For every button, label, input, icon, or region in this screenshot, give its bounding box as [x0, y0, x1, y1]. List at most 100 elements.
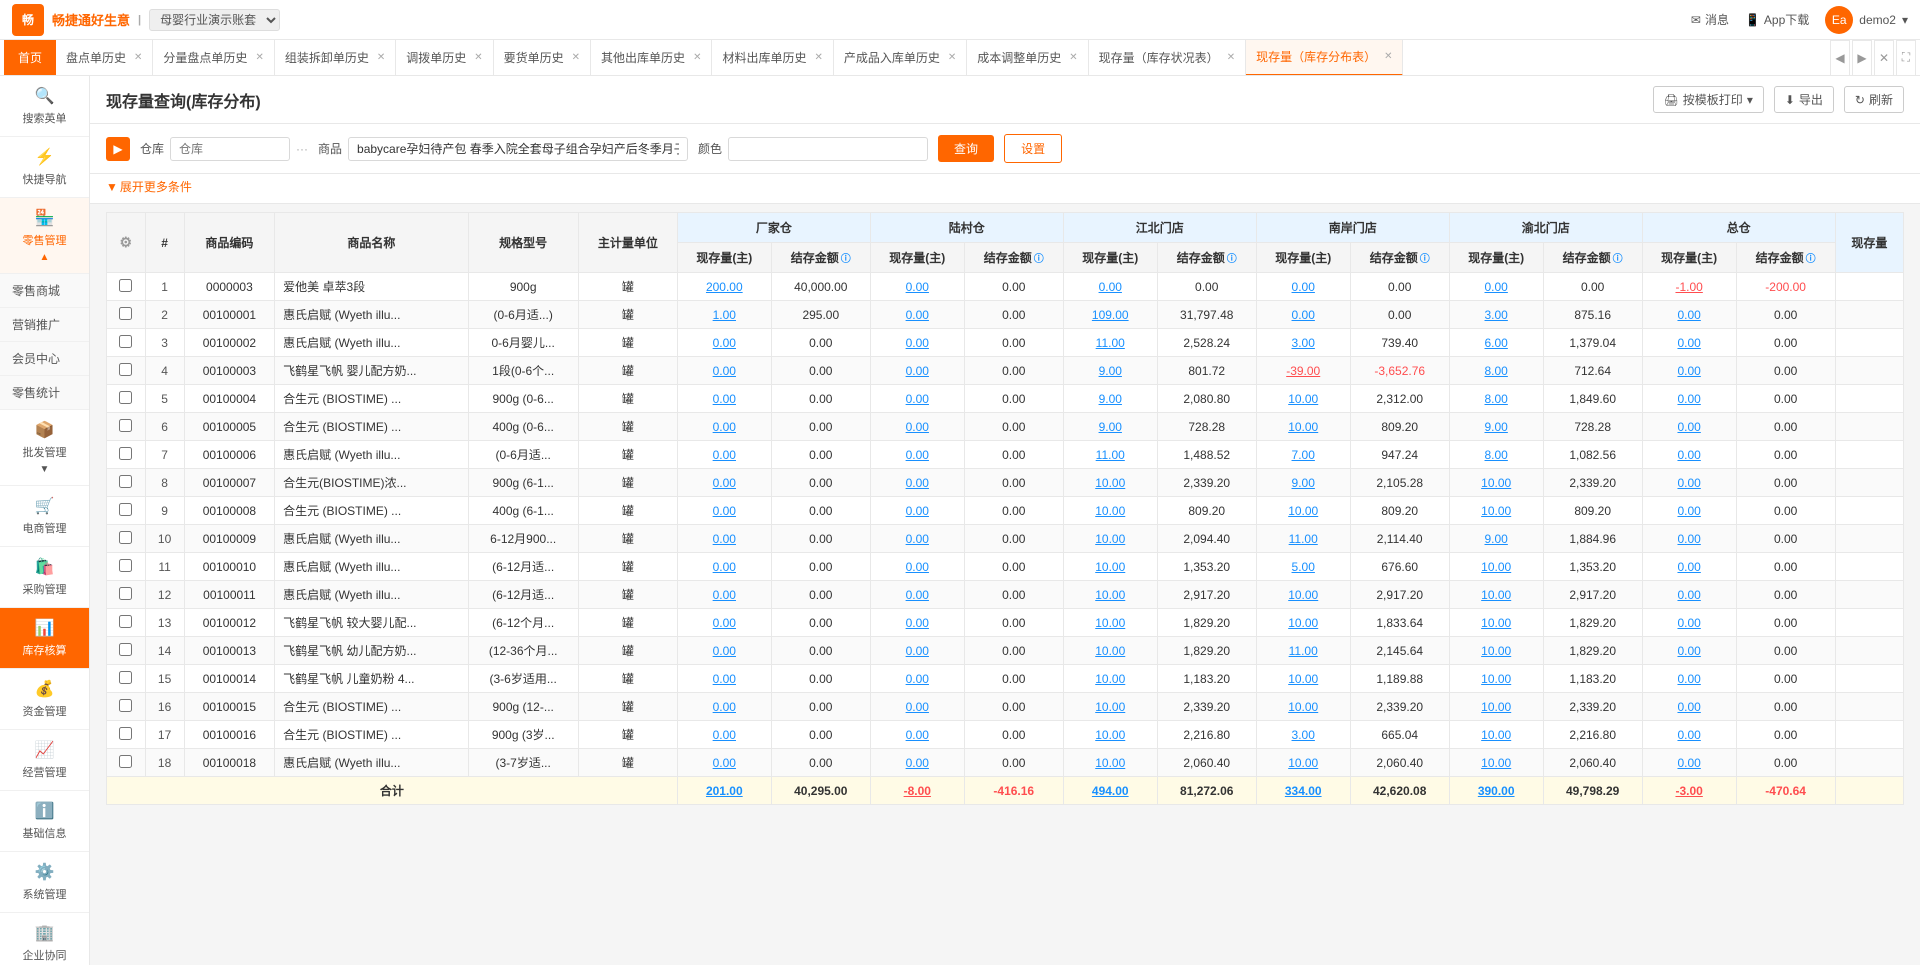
- tab-distrib-stocktake[interactable]: 分量盘点单历史 ✕: [153, 40, 274, 76]
- row-g4-qty[interactable]: 11.00: [1256, 525, 1350, 553]
- sidebar-item-enterprise[interactable]: 🏢 企业协同: [0, 913, 89, 965]
- row-g5-qty[interactable]: 8.00: [1449, 357, 1543, 385]
- row-g3-qty[interactable]: 10.00: [1063, 721, 1157, 749]
- row-g4-qty[interactable]: 7.00: [1256, 441, 1350, 469]
- row-g5-qty[interactable]: 3.00: [1449, 301, 1543, 329]
- row-g3-qty[interactable]: 10.00: [1063, 609, 1157, 637]
- query-button[interactable]: 查询: [938, 135, 994, 162]
- row-total-qty[interactable]: 0.00: [1642, 553, 1736, 581]
- row-checkbox[interactable]: [107, 637, 146, 665]
- row-g3-qty[interactable]: 10.00: [1063, 553, 1157, 581]
- tab-close-product-in[interactable]: ✕: [948, 52, 956, 63]
- row-g2-qty[interactable]: 0.00: [870, 525, 964, 553]
- row-g3-qty[interactable]: 10.00: [1063, 525, 1157, 553]
- row-g4-qty[interactable]: 10.00: [1256, 581, 1350, 609]
- row-g5-qty[interactable]: 10.00: [1449, 469, 1543, 497]
- row-g4-qty[interactable]: 10.00: [1256, 665, 1350, 693]
- tab-close-purchase-req[interactable]: ✕: [572, 52, 580, 63]
- row-checkbox[interactable]: [107, 413, 146, 441]
- row-g1-qty[interactable]: 0.00: [677, 525, 771, 553]
- sidebar-item-ecommerce[interactable]: 🛒 电商管理: [0, 486, 89, 547]
- row-g2-qty[interactable]: 0.00: [870, 413, 964, 441]
- user-area[interactable]: Ea demo2 ▾: [1825, 6, 1908, 34]
- g3-amt-info[interactable]: ⓘ: [1227, 254, 1237, 265]
- row-g4-qty[interactable]: 10.00: [1256, 749, 1350, 777]
- row-g2-qty[interactable]: 0.00: [870, 665, 964, 693]
- sidebar-item-search[interactable]: 🔍 搜索英单: [0, 76, 89, 137]
- row-checkbox[interactable]: [107, 329, 146, 357]
- row-g1-qty[interactable]: 0.00: [677, 721, 771, 749]
- row-g4-qty[interactable]: 10.00: [1256, 497, 1350, 525]
- row-total-qty[interactable]: 0.00: [1642, 581, 1736, 609]
- row-checkbox[interactable]: [107, 609, 146, 637]
- row-checkbox[interactable]: [107, 553, 146, 581]
- sidebar-item-wholesale[interactable]: 📦 批发管理 ▼: [0, 410, 89, 486]
- row-g2-qty[interactable]: 0.00: [870, 637, 964, 665]
- tab-product-in[interactable]: 产成品入库单历史 ✕: [834, 40, 967, 76]
- sidebar-item-retail-shop[interactable]: 零售商城: [0, 274, 89, 308]
- row-g4-qty[interactable]: -39.00: [1256, 357, 1350, 385]
- row-checkbox[interactable]: [107, 693, 146, 721]
- row-g3-qty[interactable]: 10.00: [1063, 693, 1157, 721]
- row-g1-qty[interactable]: 0.00: [677, 553, 771, 581]
- setting-button[interactable]: 设置: [1004, 134, 1062, 163]
- tab-home[interactable]: 首页: [4, 40, 56, 76]
- row-g4-qty[interactable]: 10.00: [1256, 413, 1350, 441]
- row-g4-qty[interactable]: 3.00: [1256, 329, 1350, 357]
- row-checkbox[interactable]: [107, 497, 146, 525]
- row-g3-qty[interactable]: 11.00: [1063, 441, 1157, 469]
- sidebar-item-inventory[interactable]: 📊 库存核算: [0, 608, 89, 669]
- row-checkbox[interactable]: [107, 385, 146, 413]
- g5-amt-info[interactable]: ⓘ: [1613, 254, 1623, 265]
- sidebar-item-basics[interactable]: ℹ️ 基础信息: [0, 791, 89, 852]
- row-checkbox[interactable]: [107, 273, 146, 301]
- row-g2-qty[interactable]: 0.00: [870, 441, 964, 469]
- totals-g5-qty[interactable]: 390.00: [1449, 777, 1543, 805]
- row-g2-qty[interactable]: 0.00: [870, 721, 964, 749]
- row-g5-qty[interactable]: 10.00: [1449, 637, 1543, 665]
- row-g5-qty[interactable]: 8.00: [1449, 441, 1543, 469]
- row-g5-qty[interactable]: 0.00: [1449, 273, 1543, 301]
- tab-close-distrib[interactable]: ✕: [255, 52, 263, 63]
- row-g1-qty[interactable]: 0.00: [677, 693, 771, 721]
- row-g4-qty[interactable]: 9.00: [1256, 469, 1350, 497]
- tab-close-material-out[interactable]: ✕: [814, 52, 822, 63]
- row-g1-qty[interactable]: 1.00: [677, 301, 771, 329]
- total-amt-info[interactable]: ⓘ: [1806, 254, 1816, 265]
- row-g1-qty[interactable]: 0.00: [677, 469, 771, 497]
- row-g2-qty[interactable]: 0.00: [870, 357, 964, 385]
- sidebar-item-marketing[interactable]: 营销推广: [0, 308, 89, 342]
- totals-g2-qty[interactable]: -8.00: [870, 777, 964, 805]
- tab-transfer[interactable]: 调拨单历史 ✕: [396, 40, 493, 76]
- tab-close-transfer[interactable]: ✕: [474, 52, 482, 63]
- row-g1-qty[interactable]: 0.00: [677, 385, 771, 413]
- refresh-button[interactable]: ↻ 刷新: [1844, 86, 1904, 113]
- row-g3-qty[interactable]: 10.00: [1063, 581, 1157, 609]
- row-g4-qty[interactable]: 10.00: [1256, 693, 1350, 721]
- row-g1-qty[interactable]: 0.00: [677, 497, 771, 525]
- row-total-qty[interactable]: 0.00: [1642, 665, 1736, 693]
- row-g3-qty[interactable]: 9.00: [1063, 357, 1157, 385]
- row-g2-qty[interactable]: 0.00: [870, 469, 964, 497]
- row-g1-qty[interactable]: 0.00: [677, 581, 771, 609]
- account-selector[interactable]: 母婴行业演示账套: [149, 9, 280, 31]
- row-g5-qty[interactable]: 10.00: [1449, 553, 1543, 581]
- row-checkbox[interactable]: [107, 581, 146, 609]
- row-g2-qty[interactable]: 0.00: [870, 749, 964, 777]
- row-g2-qty[interactable]: 0.00: [870, 581, 964, 609]
- row-g5-qty[interactable]: 8.00: [1449, 385, 1543, 413]
- sidebar-item-retail[interactable]: 🏪 零售管理 ▲: [0, 198, 89, 274]
- warehouse-input[interactable]: [170, 137, 290, 161]
- tab-close-combo[interactable]: ✕: [377, 52, 385, 63]
- print-button[interactable]: 🖨 按模板打印 ▾: [1653, 86, 1764, 113]
- expand-toggle[interactable]: ▶: [106, 137, 130, 161]
- totals-total-qty[interactable]: -3.00: [1642, 777, 1736, 805]
- row-g1-qty[interactable]: 0.00: [677, 665, 771, 693]
- sidebar-item-purchase[interactable]: 🛍️ 采购管理: [0, 547, 89, 608]
- row-g2-qty[interactable]: 0.00: [870, 273, 964, 301]
- row-g1-qty[interactable]: 0.00: [677, 413, 771, 441]
- tab-stock-status[interactable]: 现存量（库存状况表） ✕: [1089, 40, 1246, 76]
- tab-close-stock-dist[interactable]: ✕: [1384, 51, 1392, 62]
- app-download-btn[interactable]: 📱 App下载: [1745, 11, 1809, 28]
- row-g1-qty[interactable]: 0.00: [677, 749, 771, 777]
